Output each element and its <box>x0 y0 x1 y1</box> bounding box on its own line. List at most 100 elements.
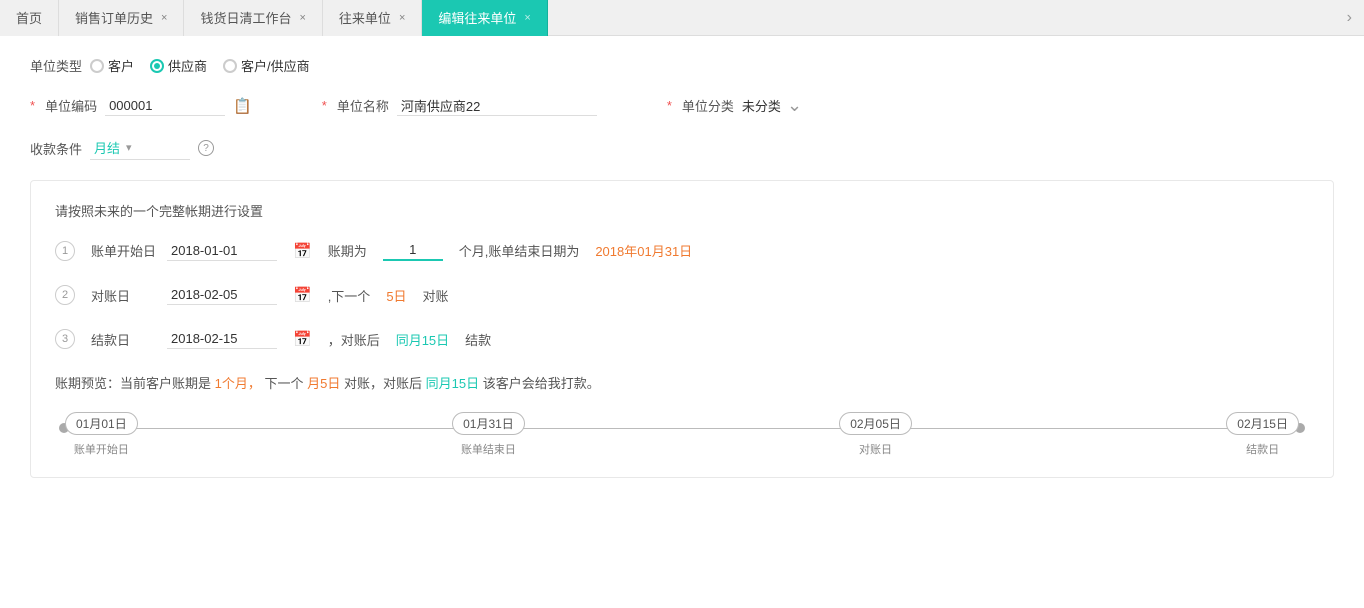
category-group: * 单位分类 未分类 ⌄ <box>667 95 862 116</box>
tab-edit-partner-label: 编辑往来单位 <box>438 8 516 27</box>
preview-text: 账期预览：当前客户账期是 1个月， 下一个 月5日 对账，对账后 同月15日 该… <box>55 373 1309 392</box>
tab-sales-history-close[interactable]: × <box>161 12 167 24</box>
step-1-period-input[interactable] <box>383 240 443 261</box>
tab-home[interactable]: 首页 <box>0 0 59 36</box>
timeline-node-1: 01月01日 账单开始日 <box>65 412 138 457</box>
step-1-period-unit: 个月,账单结束日期为 <box>459 241 580 260</box>
code-input[interactable] <box>105 96 225 116</box>
category-arrow-icon: ⌄ <box>787 95 802 116</box>
radio-both[interactable]: 客户/供应商 <box>223 56 310 75</box>
radio-customer-circle <box>90 59 104 73</box>
card-title: 请按照未来的一个完整帐期进行设置 <box>55 201 1309 220</box>
preview-teal: 同月15日 <box>426 376 479 391</box>
step-2-cal-icon[interactable]: 📅 <box>293 286 312 304</box>
step-1-row: 1 账单开始日 📅 账期为 个月,账单结束日期为 2018年01月31日 <box>55 240 1309 261</box>
preview-orange2: 月5日 <box>307 376 340 391</box>
tab-partner-close[interactable]: × <box>399 12 405 24</box>
step-2-date-input[interactable] <box>167 285 277 305</box>
step-1-mid-text: 账期为 <box>328 241 367 260</box>
payment-arrow-icon: ▾ <box>126 141 132 154</box>
step-2-suffix-pre: ,下一个 <box>328 286 371 305</box>
timeline-node-2: 01月31日 账单结束日 <box>452 412 525 457</box>
preview-orange1: 1个月， <box>215 376 261 391</box>
step-1-label: 账单开始日 <box>91 241 151 260</box>
payment-label: 收款条件 <box>30 139 82 158</box>
category-dropdown[interactable]: 未分类 ⌄ <box>742 95 862 116</box>
timeline-badge-4: 02月15日 <box>1226 412 1299 435</box>
radio-supplier-circle <box>150 59 164 73</box>
code-group: * 单位编码 📋 <box>30 96 252 116</box>
unit-type-group: 单位类型 客户 供应商 客户/供应商 <box>30 56 310 75</box>
timeline-line <box>65 428 1299 429</box>
tab-cashflow-label: 钱货日清工作台 <box>200 8 291 27</box>
step-3-cal-icon[interactable]: 📅 <box>293 330 312 348</box>
timeline-wrapper: 01月01日 账单开始日 01月31日 账单结束日 02月05日 对账 <box>55 412 1309 457</box>
unit-type-label: 单位类型 <box>30 56 82 75</box>
code-copy-icon[interactable]: 📋 <box>233 97 252 115</box>
content-area: 单位类型 客户 供应商 客户/供应商 * 单位编码 <box>0 36 1364 608</box>
tab-scroll-right[interactable]: › <box>1335 9 1364 27</box>
timeline-label-4: 结款日 <box>1246 441 1279 457</box>
name-label: 单位名称 <box>337 96 389 115</box>
timeline-badge-1: 01月01日 <box>65 412 138 435</box>
preview-label: 账期预览：当前客户账期是 <box>55 376 211 391</box>
radio-both-circle <box>223 59 237 73</box>
step-3-num: 3 <box>55 329 75 349</box>
preview-end: 该客户会给我打款。 <box>483 376 600 391</box>
timeline-node-4: 02月15日 结款日 <box>1226 412 1299 457</box>
tab-home-label: 首页 <box>16 8 42 27</box>
step-3-row: 3 结款日 📅 ，对账后 同月15日 结款 <box>55 329 1309 349</box>
code-star: * <box>30 98 35 113</box>
step-2-label: 对账日 <box>91 286 151 305</box>
radio-supplier[interactable]: 供应商 <box>150 56 207 75</box>
step-3-label: 结款日 <box>91 330 151 349</box>
step-3-suffix-post: 结款 <box>465 330 491 349</box>
step-3-date-input[interactable] <box>167 329 277 349</box>
tab-edit-partner[interactable]: 编辑往来单位 × <box>422 0 547 36</box>
step-1-cal-icon[interactable]: 📅 <box>293 242 312 260</box>
step-2-suffix-orange: 5日 <box>386 286 406 305</box>
tab-edit-partner-close[interactable]: × <box>524 12 530 24</box>
tabs-bar: 首页 销售订单历史 × 钱货日清工作台 × 往来单位 × 编辑往来单位 × › <box>0 0 1364 36</box>
payment-row: 收款条件 月结 ▾ ? <box>30 136 1334 160</box>
step-1-end-date: 2018年01月31日 <box>595 241 692 260</box>
step-1-date-input[interactable] <box>167 241 277 261</box>
timeline-badge-2: 01月31日 <box>452 412 525 435</box>
timeline-badge-3: 02月05日 <box>839 412 912 435</box>
radio-group: 客户 供应商 客户/供应商 <box>90 56 310 75</box>
radio-customer-label: 客户 <box>108 56 134 75</box>
step-2-suffix-post: 对账 <box>423 286 449 305</box>
step-3-suffix-pre: ，对账后 <box>328 330 380 349</box>
tab-sales-history[interactable]: 销售订单历史 × <box>59 0 184 36</box>
category-star: * <box>667 98 672 113</box>
unit-type-row: 单位类型 客户 供应商 客户/供应商 <box>30 56 1334 75</box>
tab-partner-label: 往来单位 <box>339 8 391 27</box>
category-value: 未分类 <box>742 96 781 115</box>
payment-group: 收款条件 月结 ▾ ? <box>30 136 214 160</box>
radio-customer[interactable]: 客户 <box>90 56 134 75</box>
settings-card: 请按照未来的一个完整帐期进行设置 1 账单开始日 📅 账期为 个月,账单结束日期… <box>30 180 1334 478</box>
timeline-label-2: 账单结束日 <box>461 441 516 457</box>
payment-help-icon[interactable]: ? <box>198 140 214 156</box>
preview-mid2: 对账，对账后 <box>344 376 422 391</box>
tab-sales-history-label: 销售订单历史 <box>75 8 153 27</box>
step-1-num: 1 <box>55 241 75 261</box>
tab-cashflow[interactable]: 钱货日清工作台 × <box>184 0 322 36</box>
payment-value: 月结 <box>94 138 120 157</box>
code-name-cat-row: * 单位编码 📋 * 单位名称 * 单位分类 未分类 ⌄ <box>30 95 1334 116</box>
tab-cashflow-close[interactable]: × <box>299 12 305 24</box>
timeline-node-3: 02月05日 对账日 <box>839 412 912 457</box>
step-2-num: 2 <box>55 285 75 305</box>
payment-select[interactable]: 月结 ▾ <box>90 136 190 160</box>
timeline-label-3: 对账日 <box>859 441 892 457</box>
tab-partner[interactable]: 往来单位 × <box>323 0 422 36</box>
name-star: * <box>322 98 327 113</box>
name-input[interactable] <box>397 96 597 116</box>
category-label: 单位分类 <box>682 96 734 115</box>
radio-both-label: 客户/供应商 <box>241 56 310 75</box>
preview-mid: 下一个 <box>265 376 304 391</box>
name-group: * 单位名称 <box>322 96 597 116</box>
timeline-label-1: 账单开始日 <box>74 441 129 457</box>
timeline-container: 01月01日 账单开始日 01月31日 账单结束日 02月05日 对账 <box>65 412 1299 457</box>
code-label: 单位编码 <box>45 96 97 115</box>
